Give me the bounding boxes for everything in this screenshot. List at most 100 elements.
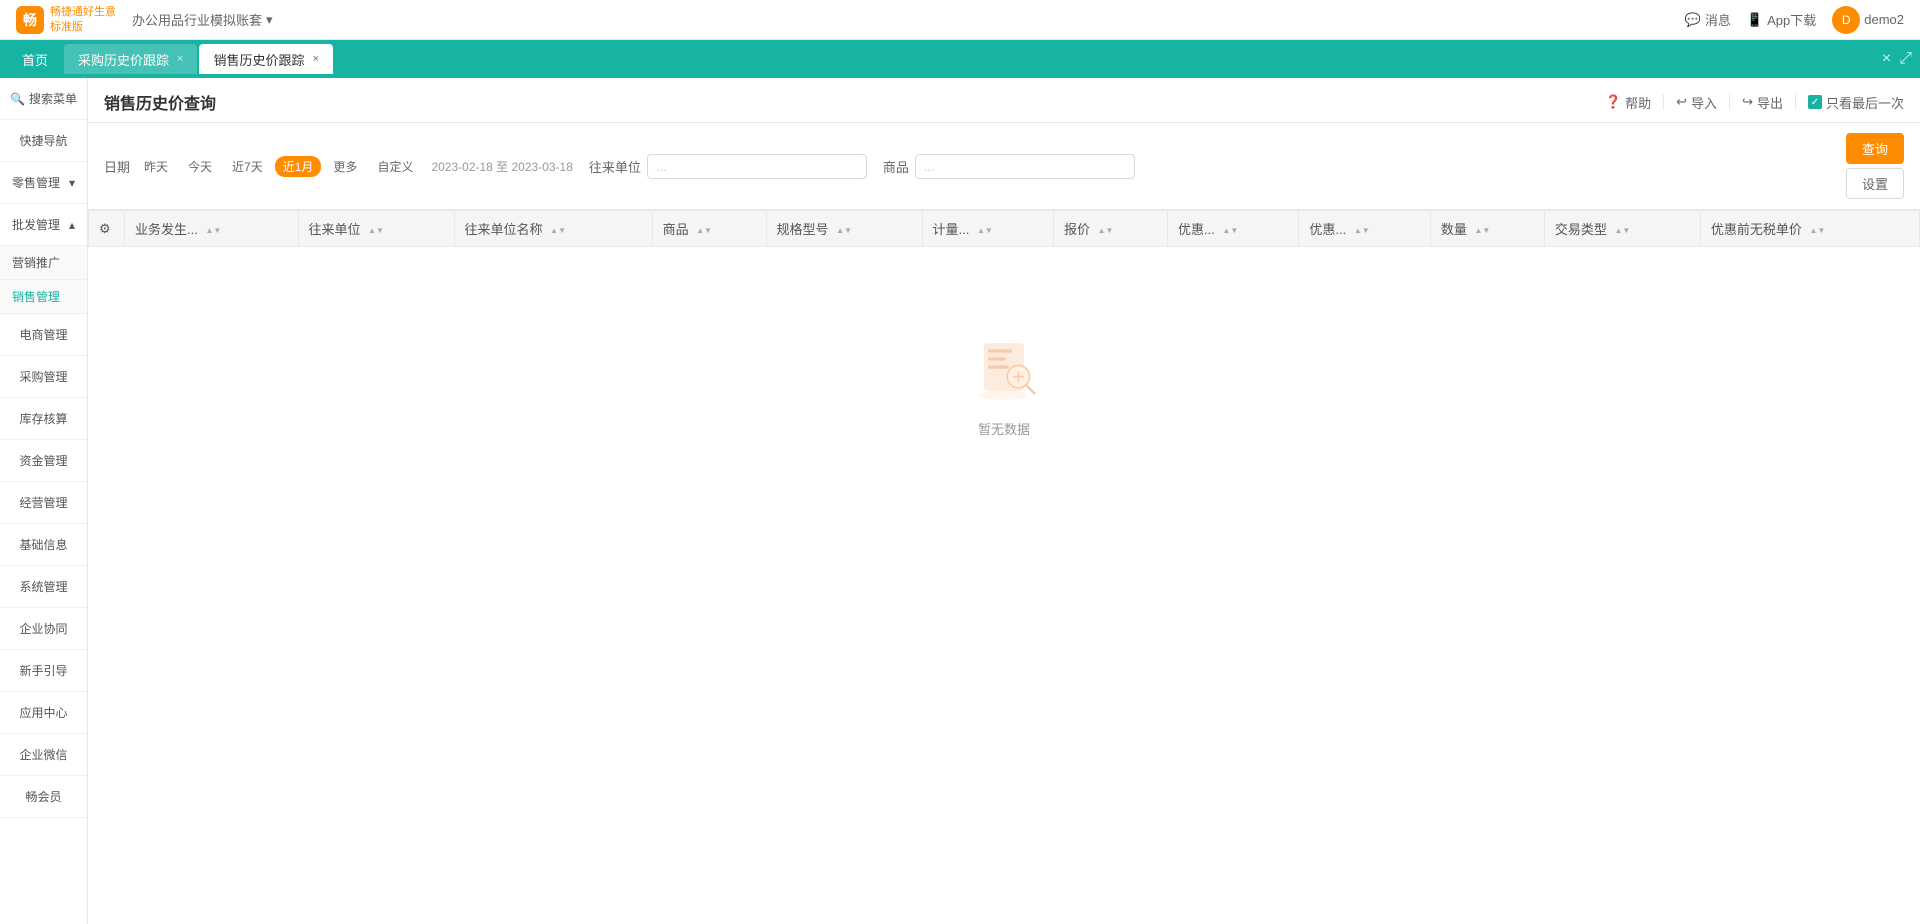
today-button[interactable]: 今天 xyxy=(180,156,220,177)
export-button[interactable]: ↪ 导出 xyxy=(1742,93,1783,112)
product-input[interactable]: ... xyxy=(915,154,1135,179)
app-selector[interactable]: 办公用品行业模拟账套 ▾ xyxy=(124,6,281,33)
export-icon: ↪ xyxy=(1742,94,1753,110)
sidebar-search-label: 搜索菜单 xyxy=(29,90,77,107)
last1month-button[interactable]: 近1月 xyxy=(275,156,322,177)
product-filter-label: 商品 xyxy=(883,157,909,176)
sidebar-item-quick-nav[interactable]: 快捷导航 xyxy=(0,120,87,162)
col-trade-type[interactable]: 交易类型 ▲▼ xyxy=(1544,211,1700,247)
sidebar-item-ecommerce[interactable]: 电商管理 xyxy=(0,314,87,356)
custom-button[interactable]: 自定义 xyxy=(369,156,421,177)
sidebar-wechat-label: 企业微信 xyxy=(19,746,67,763)
sort-spec-icon: ▲▼ xyxy=(836,226,852,235)
sidebar-item-purchase[interactable]: 采购管理 xyxy=(0,356,87,398)
query-button[interactable]: 查询 xyxy=(1846,133,1904,164)
filter-area: 日期 昨天 今天 近7天 近1月 更多 自定义 2023-02-18 至 202… xyxy=(88,123,1920,210)
sidebar-item-operations[interactable]: 经营管理 xyxy=(0,482,87,524)
sidebar-sub-sales[interactable]: 销售管理 xyxy=(0,280,87,314)
message-button[interactable]: 💬 消息 xyxy=(1685,10,1731,29)
date-quick-buttons: 昨天 今天 近7天 近1月 更多 自定义 xyxy=(136,156,421,177)
sidebar-item-app-center[interactable]: 应用中心 xyxy=(0,692,87,734)
sidebar-item-member[interactable]: 畅会员 xyxy=(0,776,87,818)
sidebar-enterprise-label: 企业协同 xyxy=(19,620,67,637)
page-actions: ❓ 帮助 ↩ 导入 ↪ 导出 ✓ 只看最后一次 xyxy=(1605,93,1904,112)
partner-input-dots: ... xyxy=(656,159,667,174)
table-container: ⚙ 业务发生... ▲▼ 往来单位 ▲▼ 往来单位名称 ▲▼ xyxy=(88,210,1920,924)
tab-home-label: 首页 xyxy=(22,50,48,69)
sidebar-sub-marketing[interactable]: 营销推广 xyxy=(0,246,87,280)
sidebar-item-wechat[interactable]: 企业微信 xyxy=(0,734,87,776)
tab-bar-controls: × ⤢ xyxy=(1882,50,1912,68)
sidebar-item-enterprise[interactable]: 企业协同 xyxy=(0,608,87,650)
window-close-icon[interactable]: × xyxy=(1882,50,1891,68)
col-unit[interactable]: 计量... ▲▼ xyxy=(922,211,1053,247)
table-settings-icon[interactable]: ⚙ xyxy=(99,221,111,236)
app-download-button[interactable]: 📱 App下载 xyxy=(1747,10,1816,29)
tab-sales-history[interactable]: 销售历史价跟踪 × xyxy=(199,44,332,74)
col-quote[interactable]: 报价 ▲▼ xyxy=(1053,211,1167,247)
col-partner-name[interactable]: 往来单位名称 ▲▼ xyxy=(454,211,652,247)
col-discount2[interactable]: 优惠... ▲▼ xyxy=(1299,211,1430,247)
sort-partner-code-icon: ▲▼ xyxy=(368,226,384,235)
query-buttons: 查询 设置 xyxy=(1846,133,1904,199)
sidebar-item-wholesale[interactable]: 批发管理 ▴ xyxy=(0,204,87,246)
partner-filter-group: 往来单位 ... xyxy=(589,154,867,179)
partner-input[interactable]: ... xyxy=(647,154,867,179)
user-menu[interactable]: D demo2 xyxy=(1832,6,1904,34)
sidebar-item-search[interactable]: 🔍 搜索菜单 xyxy=(0,78,87,120)
checkbox-checked-icon: ✓ xyxy=(1808,95,1822,109)
tab-sales-label: 销售历史价跟踪 xyxy=(213,50,304,69)
sidebar-inventory-label: 库存核算 xyxy=(19,410,67,427)
col-biz-date[interactable]: 业务发生... ▲▼ xyxy=(125,211,299,247)
tab-home[interactable]: 首页 xyxy=(8,44,62,74)
content-area: 销售历史价查询 ❓ 帮助 ↩ 导入 ↪ 导出 ✓ xyxy=(88,78,1920,924)
table-body: 暂无数据 xyxy=(89,247,1920,519)
sidebar-member-label: 畅会员 xyxy=(25,788,61,805)
col-discount1[interactable]: 优惠... ▲▼ xyxy=(1167,211,1298,247)
divider3 xyxy=(1795,94,1796,110)
sidebar-item-guide[interactable]: 新手引导 xyxy=(0,650,87,692)
date-filter-group: 日期 昨天 今天 近7天 近1月 更多 自定义 2023-02-18 至 202… xyxy=(104,156,573,177)
tab-bar: 首页 采购历史价跟踪 × 销售历史价跟踪 × × ⤢ xyxy=(0,40,1920,78)
sort-product-icon: ▲▼ xyxy=(696,226,712,235)
col-qty[interactable]: 数量 ▲▼ xyxy=(1430,211,1544,247)
col-settings[interactable]: ⚙ xyxy=(89,211,125,247)
sidebar-finance-label: 资金管理 xyxy=(19,452,67,469)
empty-state-icon xyxy=(964,327,1044,407)
tab-purchase-history[interactable]: 采购历史价跟踪 × xyxy=(64,44,197,74)
last7-button[interactable]: 近7天 xyxy=(224,156,271,177)
download-icon: 📱 xyxy=(1747,12,1763,28)
data-table: ⚙ 业务发生... ▲▼ 往来单位 ▲▼ 往来单位名称 ▲▼ xyxy=(88,210,1920,518)
tab-purchase-close-icon[interactable]: × xyxy=(177,53,183,65)
col-spec[interactable]: 规格型号 ▲▼ xyxy=(766,211,922,247)
message-icon: 💬 xyxy=(1685,12,1701,28)
sort-pre-tax-icon: ▲▼ xyxy=(1809,226,1825,235)
col-partner-code[interactable]: 往来单位 ▲▼ xyxy=(298,211,454,247)
window-maximize-icon[interactable]: ⤢ xyxy=(1899,50,1912,68)
logo-area: 畅 畅捷通好生意 标准版 xyxy=(16,5,116,34)
sidebar-item-basic[interactable]: 基础信息 xyxy=(0,524,87,566)
sort-discount1-icon: ▲▼ xyxy=(1222,226,1238,235)
sidebar-system-label: 系统管理 xyxy=(19,578,67,595)
empty-state: 暂无数据 xyxy=(89,247,1920,518)
sidebar-item-inventory[interactable]: 库存核算 xyxy=(0,398,87,440)
more-button[interactable]: 更多 xyxy=(325,156,365,177)
tab-sales-close-icon[interactable]: × xyxy=(312,53,318,65)
logo-icon: 畅 xyxy=(16,6,44,34)
settings-button[interactable]: 设置 xyxy=(1846,168,1904,199)
table-header: ⚙ 业务发生... ▲▼ 往来单位 ▲▼ 往来单位名称 ▲▼ xyxy=(89,211,1920,247)
col-product[interactable]: 商品 ▲▼ xyxy=(652,211,766,247)
sidebar-item-system[interactable]: 系统管理 xyxy=(0,566,87,608)
product-input-dots: ... xyxy=(924,159,935,174)
sort-quote-icon: ▲▼ xyxy=(1098,226,1114,235)
import-button[interactable]: ↩ 导入 xyxy=(1676,93,1717,112)
help-button[interactable]: ❓ 帮助 xyxy=(1605,93,1651,112)
divider2 xyxy=(1729,94,1730,110)
latest-only-checkbox-group[interactable]: ✓ 只看最后一次 xyxy=(1808,93,1904,112)
yesterday-button[interactable]: 昨天 xyxy=(136,156,176,177)
sidebar: 🔍 搜索菜单 快捷导航 零售管理 ▾ 批发管理 ▴ 营销推广 销售管理 电商管理… xyxy=(0,78,88,924)
sidebar-item-retail[interactable]: 零售管理 ▾ xyxy=(0,162,87,204)
col-pre-tax-price[interactable]: 优惠前无税单价 ▲▼ xyxy=(1700,211,1919,247)
chevron-up-icon: ▴ xyxy=(69,218,75,232)
sidebar-item-finance[interactable]: 资金管理 xyxy=(0,440,87,482)
